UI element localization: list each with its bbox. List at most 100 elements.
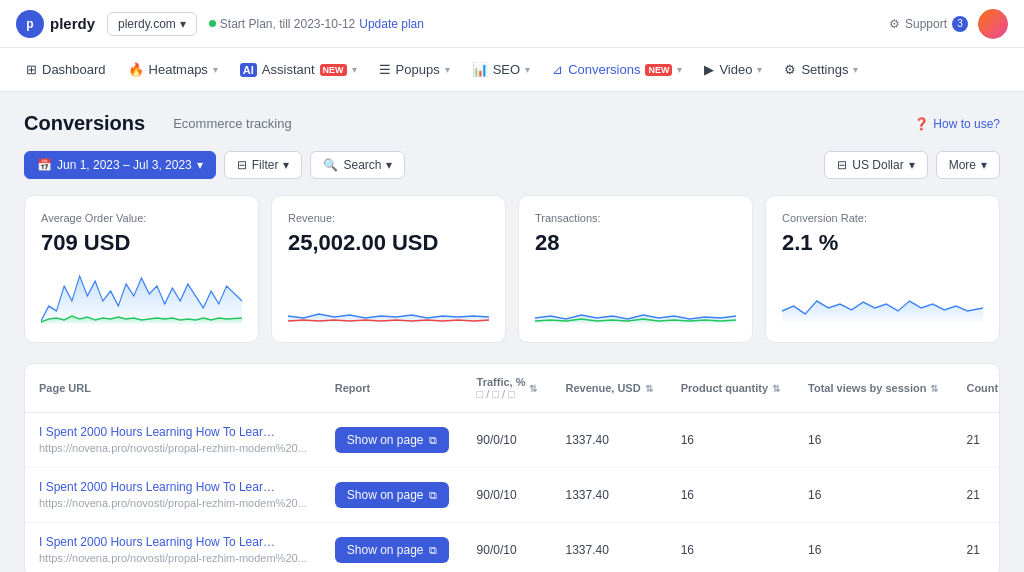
page-url-link[interactable]: I Spent 2000 Hours Learning How To Learn… [39,425,279,439]
more-label: More [949,158,976,172]
th-label-product-qty: Product quantity [681,382,768,394]
table-row: I Spent 2000 Hours Learning How To Learn… [25,523,1000,573]
show-on-page-label: Show on page [347,543,424,557]
th-label-total-views: Total views by session [808,382,926,394]
nav-item-heatmaps[interactable]: 🔥 Heatmaps ▾ [118,54,228,85]
th-page-url: Page URL [25,364,321,413]
gear-icon: ⚙ [889,17,900,31]
th-count-unique[interactable]: Count unique users ⇅ [952,364,1000,413]
update-plan-link[interactable]: Update plan [359,17,424,31]
page-url-sub: https://novena.pro/novosti/propal-rezhim… [39,442,307,454]
show-on-page-button[interactable]: Show on page ⧉ [335,427,449,453]
calendar-icon: 📅 [37,158,52,172]
th-traffic[interactable]: Traffic, % □ / □ / □ ⇅ [463,364,552,413]
show-on-page-label: Show on page [347,488,424,502]
nav-label-assistant: Assistant [262,62,315,77]
date-range-label: Jun 1, 2023 – Jul 3, 2023 [57,158,192,172]
conversions-new-badge: NEW [645,64,672,76]
seo-icon: 📊 [472,62,488,77]
chevron-down-icon: ▾ [757,64,762,75]
nav-item-video[interactable]: ▶ Video ▾ [694,54,772,85]
cell-product-qty: 16 [667,468,794,523]
page-url-link[interactable]: I Spent 2000 Hours Learning How To Learn… [39,480,279,494]
nav-item-seo[interactable]: 📊 SEO ▾ [462,54,540,85]
cell-page-url: I Spent 2000 Hours Learning How To Learn… [25,413,321,468]
sort-icon-total-views[interactable]: ⇅ [930,383,938,394]
cell-traffic: 90/0/10 [463,468,552,523]
page-url-link[interactable]: I Spent 2000 Hours Learning How To Learn… [39,535,279,549]
sort-icon-revenue[interactable]: ⇅ [645,383,653,394]
date-range-button[interactable]: 📅 Jun 1, 2023 – Jul 3, 2023 ▾ [24,151,216,179]
how-to-use-label: How to use? [933,117,1000,131]
table-header-row: Page URL Report Traffic, % □ / □ / □ ⇅ [25,364,1000,413]
sort-icon-traffic[interactable]: ⇅ [529,383,537,394]
chevron-down-icon: ▾ [853,64,858,75]
th-report: Report [321,364,463,413]
nav-item-conversions[interactable]: ⊿ Conversions NEW ▾ [542,54,692,85]
th-total-views[interactable]: Total views by session ⇅ [794,364,952,413]
chevron-down-icon: ▾ [386,158,392,172]
cell-revenue: 1337.40 [551,413,666,468]
th-label-count-unique: Count unique users [966,382,1000,394]
cell-report: Show on page ⧉ [321,523,463,573]
currency-button[interactable]: ⊟ US Dollar ▾ [824,151,927,179]
cell-total-views: 16 [794,413,952,468]
support-label: Support [905,17,947,31]
search-button[interactable]: 🔍 Search ▾ [310,151,405,179]
show-on-page-button[interactable]: Show on page ⧉ [335,537,449,563]
cell-traffic: 90/0/10 [463,523,552,573]
svg-marker-2 [288,314,489,324]
logo-text: plerdy [50,15,95,32]
support-button[interactable]: ⚙ Support 3 [889,16,968,32]
cell-product-qty: 16 [667,413,794,468]
main-nav: ⊞ Dashboard 🔥 Heatmaps ▾ AI Assistant NE… [0,48,1024,92]
table-row: I Spent 2000 Hours Learning How To Learn… [25,413,1000,468]
filters-bar: 📅 Jun 1, 2023 – Jul 3, 2023 ▾ ⊟ Filter ▾… [24,151,1000,179]
card-label-revenue: Revenue: [288,212,489,224]
show-on-page-button[interactable]: Show on page ⧉ [335,482,449,508]
show-on-page-label: Show on page [347,433,424,447]
card-chart-avg [41,266,242,326]
th-revenue[interactable]: Revenue, USD ⇅ [551,364,666,413]
dashboard-icon: ⊞ [26,62,37,77]
user-avatar[interactable] [978,9,1008,39]
th-label-traffic: Traffic, % [477,376,526,388]
cell-count-unique: 21 [952,523,1000,573]
card-value-transactions: 28 [535,230,736,256]
filter-button[interactable]: ⊟ Filter ▾ [224,151,303,179]
conversions-icon: ⊿ [552,62,563,77]
nav-label-settings: Settings [801,62,848,77]
how-to-use-link[interactable]: ❓ How to use? [914,117,1000,131]
chevron-down-icon: ▾ [445,64,450,75]
topbar-right: ⚙ Support 3 [889,9,1008,39]
chevron-down-icon: ▾ [197,158,203,172]
card-chart-conversion [782,266,983,326]
chevron-down-icon: ▾ [283,158,289,172]
nav-item-settings[interactable]: ⚙ Settings ▾ [774,54,868,85]
nav-label-seo: SEO [493,62,520,77]
currency-label: US Dollar [852,158,903,172]
main-content: Conversions Ecommerce tracking ❓ How to … [0,92,1024,572]
sort-icon-product-qty[interactable]: ⇅ [772,383,780,394]
nav-item-assistant[interactable]: AI Assistant NEW ▾ [230,54,367,85]
external-link-icon: ⧉ [429,489,437,502]
cell-page-url: I Spent 2000 Hours Learning How To Learn… [25,468,321,523]
chevron-down-icon: ▾ [180,17,186,31]
nav-item-dashboard[interactable]: ⊞ Dashboard [16,54,116,85]
cell-page-url: I Spent 2000 Hours Learning How To Learn… [25,523,321,573]
page-subtitle: Ecommerce tracking [173,116,291,131]
external-link-icon: ⧉ [429,434,437,447]
assistant-icon: AI [240,63,257,77]
chevron-down-icon: ▾ [677,64,682,75]
domain-selector[interactable]: plerdy.com ▾ [107,12,197,36]
th-product-qty[interactable]: Product quantity ⇅ [667,364,794,413]
cell-total-views: 16 [794,523,952,573]
nav-item-popups[interactable]: ☰ Popups ▾ [369,54,460,85]
cell-product-qty: 16 [667,523,794,573]
th-label-report: Report [335,382,370,394]
domain-label: plerdy.com [118,17,176,31]
settings-icon: ⚙ [784,62,796,77]
logo-icon: p [16,10,44,38]
more-button[interactable]: More ▾ [936,151,1000,179]
heatmaps-icon: 🔥 [128,62,144,77]
